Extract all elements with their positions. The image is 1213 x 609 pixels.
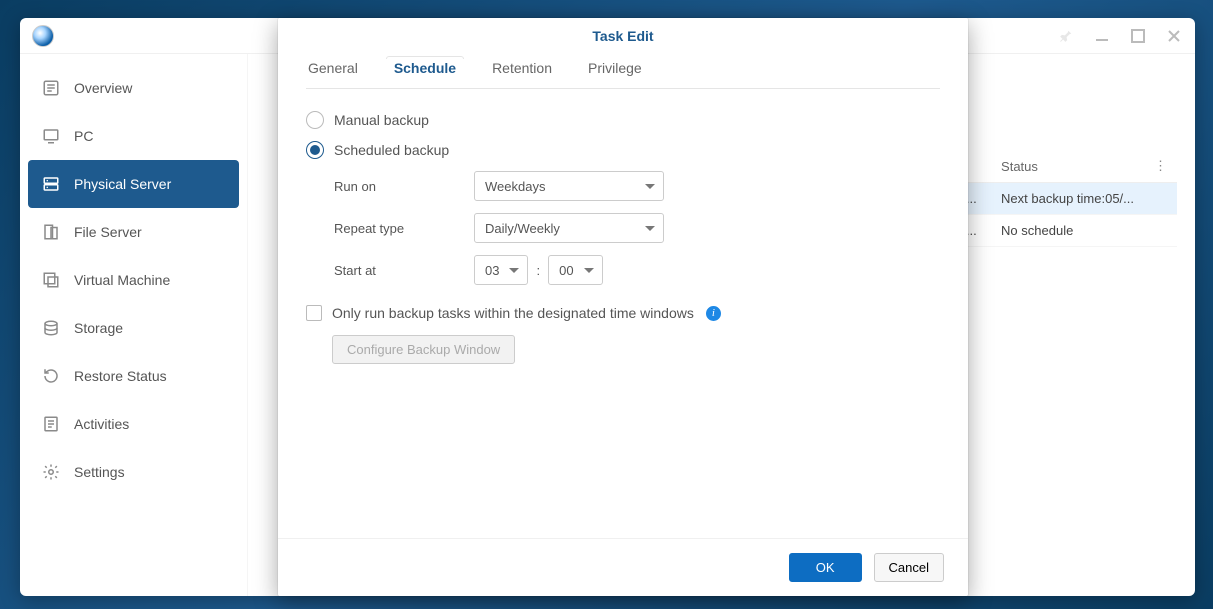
task-edit-modal: Task Edit General Schedule Retention Pri… [278,18,968,596]
cell-status: No schedule [991,215,1144,247]
radio-label: Scheduled backup [334,142,449,158]
pc-icon [40,127,62,145]
minimize-button[interactable] [1091,25,1113,47]
close-button[interactable] [1163,25,1185,47]
field-label: Start at [334,263,474,278]
sidebar-item-label: Restore Status [74,368,167,384]
select-value: 00 [559,263,573,278]
sidebar-item-label: Overview [74,80,132,96]
tab-general[interactable]: General [306,50,360,88]
cell-menu [1144,183,1177,215]
modal-title: Task Edit [278,18,968,50]
sidebar-item-label: Virtual Machine [74,272,170,288]
sidebar-item-label: Storage [74,320,123,336]
sidebar: Overview PC Physical Server File Server … [20,54,248,596]
start-hour-select[interactable]: 03 [474,255,528,285]
overview-icon [40,79,62,97]
sidebar-item-activities[interactable]: Activities [28,400,239,448]
file-server-icon [40,223,62,241]
server-icon [40,175,62,193]
ok-button[interactable]: OK [789,553,862,582]
tab-privilege[interactable]: Privilege [586,50,644,88]
radio-manual-backup[interactable]: Manual backup [306,105,940,135]
sidebar-item-label: Activities [74,416,129,432]
sidebar-item-label: File Server [74,224,142,240]
chevron-down-icon [645,184,655,189]
radio-icon [306,141,324,159]
storage-icon [40,319,62,337]
sidebar-item-overview[interactable]: Overview [28,64,239,112]
configure-backup-window-button: Configure Backup Window [332,335,515,364]
col-header-status[interactable]: Status [991,150,1144,183]
sidebar-item-settings[interactable]: Settings [28,448,239,496]
chevron-down-icon [509,268,519,273]
checkbox-label: Only run backup tasks within the designa… [332,305,694,321]
maximize-button[interactable] [1127,25,1149,47]
checkbox-icon [306,305,322,321]
select-value: 03 [485,263,499,278]
sidebar-item-label: Physical Server [74,176,171,192]
radio-icon [306,111,324,129]
cancel-button[interactable]: Cancel [874,553,944,582]
modal-body: Manual backup Scheduled backup Run on We… [278,89,968,538]
select-value: Daily/Weekly [485,221,560,236]
sidebar-item-virtual-machine[interactable]: Virtual Machine [28,256,239,304]
field-start-at: Start at 03 : 00 [306,249,940,291]
time-separator: : [536,263,540,278]
sidebar-item-physical-server[interactable]: Physical Server [28,160,239,208]
tab-schedule[interactable]: Schedule [392,50,458,88]
modal-tabs: General Schedule Retention Privilege [306,50,940,89]
activities-icon [40,415,62,433]
restore-icon [40,367,62,385]
chevron-down-icon [584,268,594,273]
start-minute-select[interactable]: 00 [548,255,602,285]
gear-icon [40,463,62,481]
sidebar-item-label: PC [74,128,93,144]
radio-label: Manual backup [334,112,429,128]
sidebar-item-pc[interactable]: PC [28,112,239,160]
field-label: Run on [334,179,474,194]
field-label: Repeat type [334,221,474,236]
vm-icon [40,271,62,289]
sidebar-item-restore-status[interactable]: Restore Status [28,352,239,400]
sidebar-item-storage[interactable]: Storage [28,304,239,352]
repeat-type-select[interactable]: Daily/Weekly [474,213,664,243]
app-icon [32,25,54,47]
time-window-checkbox-row[interactable]: Only run backup tasks within the designa… [306,291,940,327]
col-header-menu[interactable]: ⋮ [1144,150,1177,183]
run-on-select[interactable]: Weekdays [474,171,664,201]
field-run-on: Run on Weekdays [306,165,940,207]
sidebar-item-label: Settings [74,464,125,480]
modal-footer: OK Cancel [278,538,968,596]
select-value: Weekdays [485,179,545,194]
radio-scheduled-backup[interactable]: Scheduled backup [306,135,940,165]
field-repeat-type: Repeat type Daily/Weekly [306,207,940,249]
tab-retention[interactable]: Retention [490,50,554,88]
cell-menu [1144,215,1177,247]
window-controls [1055,25,1185,47]
pin-icon[interactable] [1055,25,1077,47]
cell-status: Next backup time:05/... [991,183,1144,215]
sidebar-item-file-server[interactable]: File Server [28,208,239,256]
chevron-down-icon [645,226,655,231]
info-icon[interactable]: i [706,306,721,321]
